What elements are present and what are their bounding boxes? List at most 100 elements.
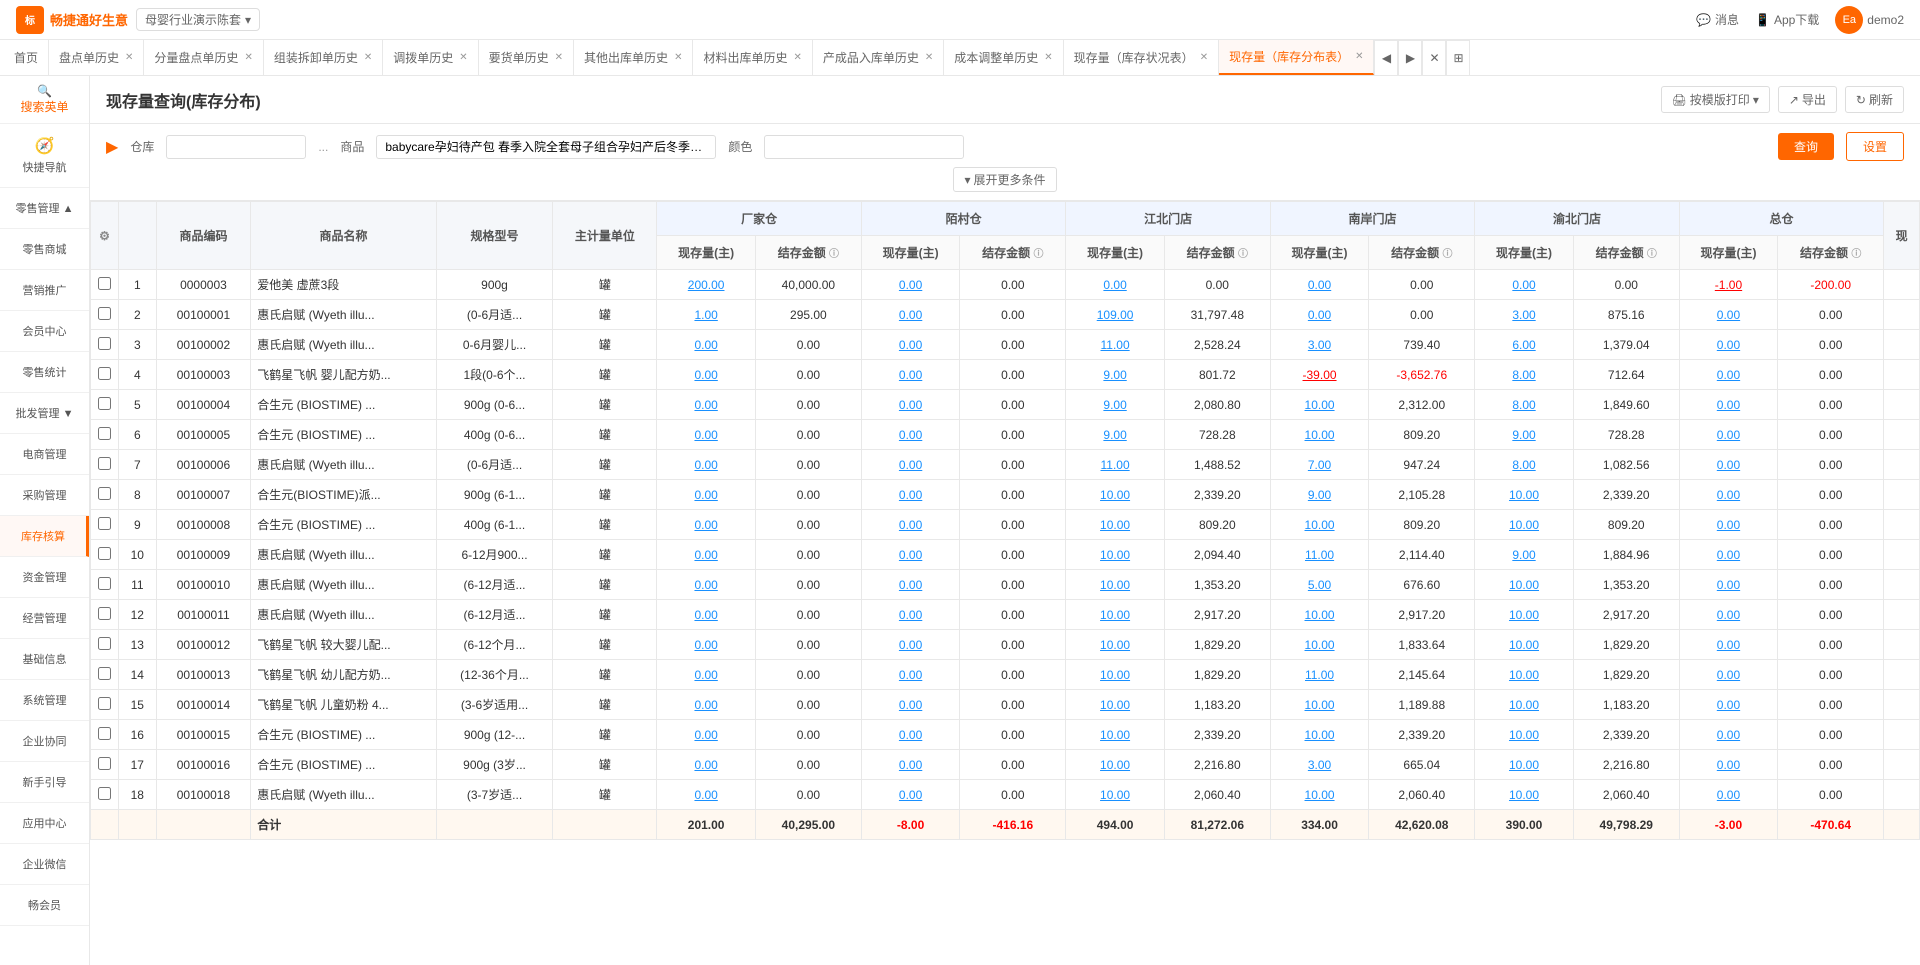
color-input[interactable] [764, 135, 964, 159]
row-zck-qty[interactable]: -1.00 [1679, 270, 1777, 300]
row-zck-qty[interactable]: 0.00 [1679, 300, 1777, 330]
row-checkbox[interactable] [91, 630, 119, 660]
checkbox[interactable] [98, 697, 111, 710]
row-mcf-qty[interactable]: 0.00 [861, 300, 959, 330]
row-checkbox[interactable] [91, 780, 119, 810]
row-ybm-qty[interactable]: 10.00 [1475, 510, 1573, 540]
row-ckf-qty[interactable]: 0.00 [657, 420, 755, 450]
sidebar-item-guide[interactable]: 新手引导 [0, 762, 89, 803]
row-checkbox[interactable] [91, 600, 119, 630]
row-zck-qty[interactable]: 0.00 [1679, 540, 1777, 570]
checkbox[interactable] [98, 307, 111, 320]
row-zck-qty[interactable]: 0.00 [1679, 360, 1777, 390]
sidebar-search[interactable]: 🔍 搜索英单 [0, 76, 89, 124]
row-mcf-qty[interactable]: 0.00 [861, 540, 959, 570]
sidebar-item-vip[interactable]: 畅会员 [0, 885, 89, 926]
close-icon[interactable]: ✕ [674, 52, 682, 63]
close-icon[interactable]: ✕ [1200, 52, 1208, 63]
row-ckf-qty[interactable]: 0.00 [657, 720, 755, 750]
row-jbm-qty[interactable]: 10.00 [1066, 720, 1164, 750]
row-jbm-qty[interactable]: 10.00 [1066, 630, 1164, 660]
close-icon[interactable]: ✕ [364, 52, 372, 63]
checkbox[interactable] [98, 547, 111, 560]
row-ckf-qty[interactable]: 0.00 [657, 450, 755, 480]
row-zck-qty[interactable]: 0.00 [1679, 390, 1777, 420]
sidebar-item-basic-info[interactable]: 基础信息 [0, 639, 89, 680]
tab-nav-prev[interactable]: ◀ [1374, 40, 1398, 76]
row-mcf-qty[interactable]: 0.00 [861, 450, 959, 480]
tab-expand[interactable]: ⊞ [1446, 40, 1470, 76]
checkbox[interactable] [98, 517, 111, 530]
sidebar-item-retail-stats[interactable]: 零售统计 [0, 352, 89, 393]
checkbox[interactable] [98, 337, 111, 350]
industry-select[interactable]: 母婴行业演示陈套 ▾ [136, 8, 260, 31]
row-ybm-qty[interactable]: 10.00 [1475, 720, 1573, 750]
row-mcf-qty[interactable]: 0.00 [861, 570, 959, 600]
refresh-button[interactable]: ↻ 刷新 [1845, 86, 1904, 113]
user-avatar-area[interactable]: Ea demo2 [1835, 6, 1904, 34]
row-checkbox[interactable] [91, 330, 119, 360]
row-mcf-qty[interactable]: 0.00 [861, 720, 959, 750]
sidebar-item-retail-shop[interactable]: 零售商城 [0, 229, 89, 270]
tab-2[interactable]: 分量盘点单历史✕ [144, 40, 263, 75]
close-icon[interactable]: ✕ [459, 52, 467, 63]
sidebar-item-enterprise[interactable]: 企业协同 [0, 721, 89, 762]
row-ckf-qty[interactable]: 0.00 [657, 780, 755, 810]
row-ybm-qty[interactable]: 10.00 [1475, 690, 1573, 720]
row-nam-qty[interactable]: 10.00 [1270, 390, 1368, 420]
row-nam-qty[interactable]: 11.00 [1270, 660, 1368, 690]
row-nam-qty[interactable]: 10.00 [1270, 510, 1368, 540]
checkbox[interactable] [98, 787, 111, 800]
row-mcf-qty[interactable]: 0.00 [861, 270, 959, 300]
row-jbm-qty[interactable]: 10.00 [1066, 660, 1164, 690]
tab-7[interactable]: 材料出库单历史✕ [693, 40, 812, 75]
row-jbm-qty[interactable]: 9.00 [1066, 420, 1164, 450]
expand-button[interactable]: ▾ 展开更多条件 [953, 167, 1056, 192]
row-zck-qty[interactable]: 0.00 [1679, 660, 1777, 690]
row-nam-qty[interactable]: 10.00 [1270, 630, 1368, 660]
checkbox[interactable] [98, 577, 111, 590]
close-icon[interactable]: ✕ [555, 52, 563, 63]
row-checkbox[interactable] [91, 660, 119, 690]
row-nam-qty[interactable]: 0.00 [1270, 300, 1368, 330]
print-button[interactable]: 🖨 按模版打印 ▾ [1661, 86, 1770, 113]
row-ybm-qty[interactable]: 10.00 [1475, 630, 1573, 660]
row-mcf-qty[interactable]: 0.00 [861, 330, 959, 360]
row-checkbox[interactable] [91, 300, 119, 330]
row-ybm-qty[interactable]: 9.00 [1475, 420, 1573, 450]
row-zck-qty[interactable]: 0.00 [1679, 420, 1777, 450]
row-zck-qty[interactable]: 0.00 [1679, 600, 1777, 630]
row-jbm-qty[interactable]: 0.00 [1066, 270, 1164, 300]
checkbox[interactable] [98, 457, 111, 470]
row-jbm-qty[interactable]: 11.00 [1066, 450, 1164, 480]
close-icon[interactable]: ✕ [1044, 52, 1052, 63]
checkbox[interactable] [98, 397, 111, 410]
tab-nav-next[interactable]: ▶ [1398, 40, 1422, 76]
row-nam-qty[interactable]: 3.00 [1270, 330, 1368, 360]
row-jbm-qty[interactable]: 11.00 [1066, 330, 1164, 360]
row-zck-qty[interactable]: 0.00 [1679, 510, 1777, 540]
row-checkbox[interactable] [91, 570, 119, 600]
sidebar-item-retail-mgmt[interactable]: 零售管理 ▲ [0, 188, 89, 229]
row-mcf-qty[interactable]: 0.00 [861, 420, 959, 450]
row-mcf-qty[interactable]: 0.00 [861, 660, 959, 690]
row-jbm-qty[interactable]: 9.00 [1066, 360, 1164, 390]
tab-home[interactable]: 首页 [4, 40, 49, 75]
row-jbm-qty[interactable]: 10.00 [1066, 480, 1164, 510]
row-zck-qty[interactable]: 0.00 [1679, 570, 1777, 600]
query-button[interactable]: 查询 [1778, 133, 1834, 160]
sidebar-item-app-center[interactable]: 应用中心 [0, 803, 89, 844]
tab-4[interactable]: 调拨单历史✕ [383, 40, 478, 75]
row-ybm-qty[interactable]: 8.00 [1475, 360, 1573, 390]
checkbox[interactable] [98, 637, 111, 650]
row-ckf-qty[interactable]: 0.00 [657, 360, 755, 390]
row-ckf-qty[interactable]: 0.00 [657, 690, 755, 720]
row-zck-qty[interactable]: 0.00 [1679, 750, 1777, 780]
row-ckf-qty[interactable]: 0.00 [657, 600, 755, 630]
tab-6[interactable]: 其他出库单历史✕ [574, 40, 693, 75]
sidebar-item-system[interactable]: 系统管理 [0, 680, 89, 721]
row-mcf-qty[interactable]: 0.00 [861, 510, 959, 540]
row-mcf-qty[interactable]: 0.00 [861, 690, 959, 720]
row-jbm-qty[interactable]: 10.00 [1066, 540, 1164, 570]
warehouse-input[interactable] [166, 135, 306, 159]
